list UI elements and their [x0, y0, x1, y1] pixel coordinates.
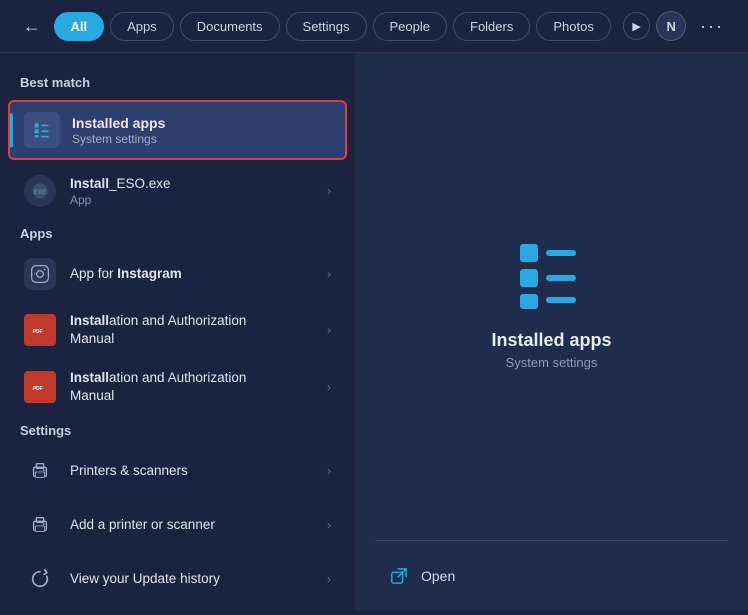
right-top: Installed apps System settings: [355, 53, 748, 540]
install-eso-icon: EXE: [24, 175, 56, 207]
install-auth-manual-1-item[interactable]: PDF Installation and AuthorizationManual…: [4, 301, 351, 358]
update-icon: [29, 568, 51, 590]
svg-text:PDF: PDF: [33, 328, 43, 334]
best-match-subtitle: System settings: [72, 132, 331, 146]
installed-apps-icon-box: [24, 112, 60, 148]
back-button[interactable]: ←: [16, 10, 48, 42]
svg-text:EXE: EXE: [34, 190, 46, 196]
play-icon: ▶: [632, 20, 640, 33]
open-action-item[interactable]: Open: [379, 557, 724, 595]
install-eso-subtitle: App: [70, 193, 313, 207]
tab-folders[interactable]: Folders: [453, 12, 530, 41]
right-panel: Installed apps System settings Open: [355, 53, 748, 611]
play-button[interactable]: ▶: [623, 12, 651, 40]
add-printer-title: Add a printer or scanner: [70, 516, 313, 534]
svg-text:+: +: [33, 272, 36, 277]
update-history-item[interactable]: View your Update history ›: [4, 552, 351, 606]
svg-text:PDF: PDF: [33, 385, 43, 391]
instagram-icon: +: [30, 264, 50, 284]
best-match-text: Installed apps System settings: [72, 115, 331, 146]
tab-all[interactable]: All: [54, 12, 105, 41]
instagram-icon-box: +: [24, 258, 56, 290]
install-auth-manual-1-title: Installation and AuthorizationManual: [70, 312, 313, 347]
install-auth-manual-2-title: Installation and AuthorizationManual: [70, 369, 313, 404]
open-action-label: Open: [421, 568, 455, 584]
instagram-app-item[interactable]: + App for Instagram ›: [4, 247, 351, 301]
install-auth-manual-2-text: Installation and AuthorizationManual: [70, 369, 313, 404]
printer-icon-2-box: [24, 509, 56, 541]
installed-apps-icon: [32, 120, 52, 140]
update-history-title: View your Update history: [70, 570, 313, 588]
instagram-app-title: App for Instagram: [70, 265, 313, 283]
install-eso-item[interactable]: EXE Install_ESO.exe App ›: [4, 164, 351, 218]
right-app-name: Installed apps: [491, 330, 611, 351]
update-history-chevron: ›: [327, 572, 331, 586]
left-panel: Best match Installed apps System setting…: [0, 53, 355, 611]
install-auth-manual-1-text: Installation and AuthorizationManual: [70, 312, 313, 347]
install-eso-chevron: ›: [327, 184, 331, 198]
main-layout: Best match Installed apps System setting…: [0, 53, 748, 611]
install-eso-title: Install_ESO.exe: [70, 175, 313, 193]
tab-settings[interactable]: Settings: [286, 12, 367, 41]
add-printer-item[interactable]: Add a printer or scanner ›: [4, 498, 351, 552]
pdf-icon-1: PDF: [24, 314, 56, 346]
right-actions: Open: [355, 541, 748, 611]
best-match-label: Best match: [0, 67, 355, 96]
printers-scanners-title: Printers & scanners: [70, 462, 313, 480]
printers-scanners-chevron: ›: [327, 464, 331, 478]
tab-documents[interactable]: Documents: [180, 12, 280, 41]
add-printer-chevron: ›: [327, 518, 331, 532]
user-initial: N: [667, 19, 676, 34]
update-history-text: View your Update history: [70, 570, 313, 588]
add-printer-text: Add a printer or scanner: [70, 516, 313, 534]
printer-icon-2: [29, 514, 51, 536]
pdf-file-icon-1: PDF: [29, 319, 51, 341]
install-auth-manual-2-item[interactable]: PDF Installation and AuthorizationManual…: [4, 358, 351, 415]
pdf-file-icon-2: PDF: [29, 376, 51, 398]
install-auth-manual-2-chevron: ›: [327, 380, 331, 394]
open-icon: [389, 567, 409, 585]
tab-photos[interactable]: Photos: [536, 12, 610, 41]
best-match-item[interactable]: Installed apps System settings: [8, 100, 347, 160]
instagram-chevron: ›: [327, 267, 331, 281]
right-app-desc: System settings: [506, 355, 598, 370]
printer-icon-1: [29, 460, 51, 482]
user-button[interactable]: N: [656, 11, 686, 41]
printers-scanners-text: Printers & scanners: [70, 462, 313, 480]
exe-icon: EXE: [31, 182, 49, 200]
more-button[interactable]: ···: [692, 12, 732, 41]
open-external-icon: [390, 567, 408, 585]
app-icon-large: [512, 234, 592, 314]
tab-apps[interactable]: Apps: [110, 12, 174, 41]
printer-icon-1-box: [24, 455, 56, 487]
install-eso-text: Install_ESO.exe App: [70, 175, 313, 207]
update-icon-box: [24, 563, 56, 595]
tab-people[interactable]: People: [373, 12, 447, 41]
printers-scanners-item[interactable]: Printers & scanners ›: [4, 444, 351, 498]
best-match-title: Installed apps: [72, 115, 331, 131]
settings-section-label: Settings: [0, 415, 355, 444]
pdf-icon-2: PDF: [24, 371, 56, 403]
instagram-app-text: App for Instagram: [70, 265, 313, 283]
apps-section-label: Apps: [0, 218, 355, 247]
install-auth-manual-1-chevron: ›: [327, 323, 331, 337]
top-nav: ← All Apps Documents Settings People Fol…: [0, 0, 748, 53]
